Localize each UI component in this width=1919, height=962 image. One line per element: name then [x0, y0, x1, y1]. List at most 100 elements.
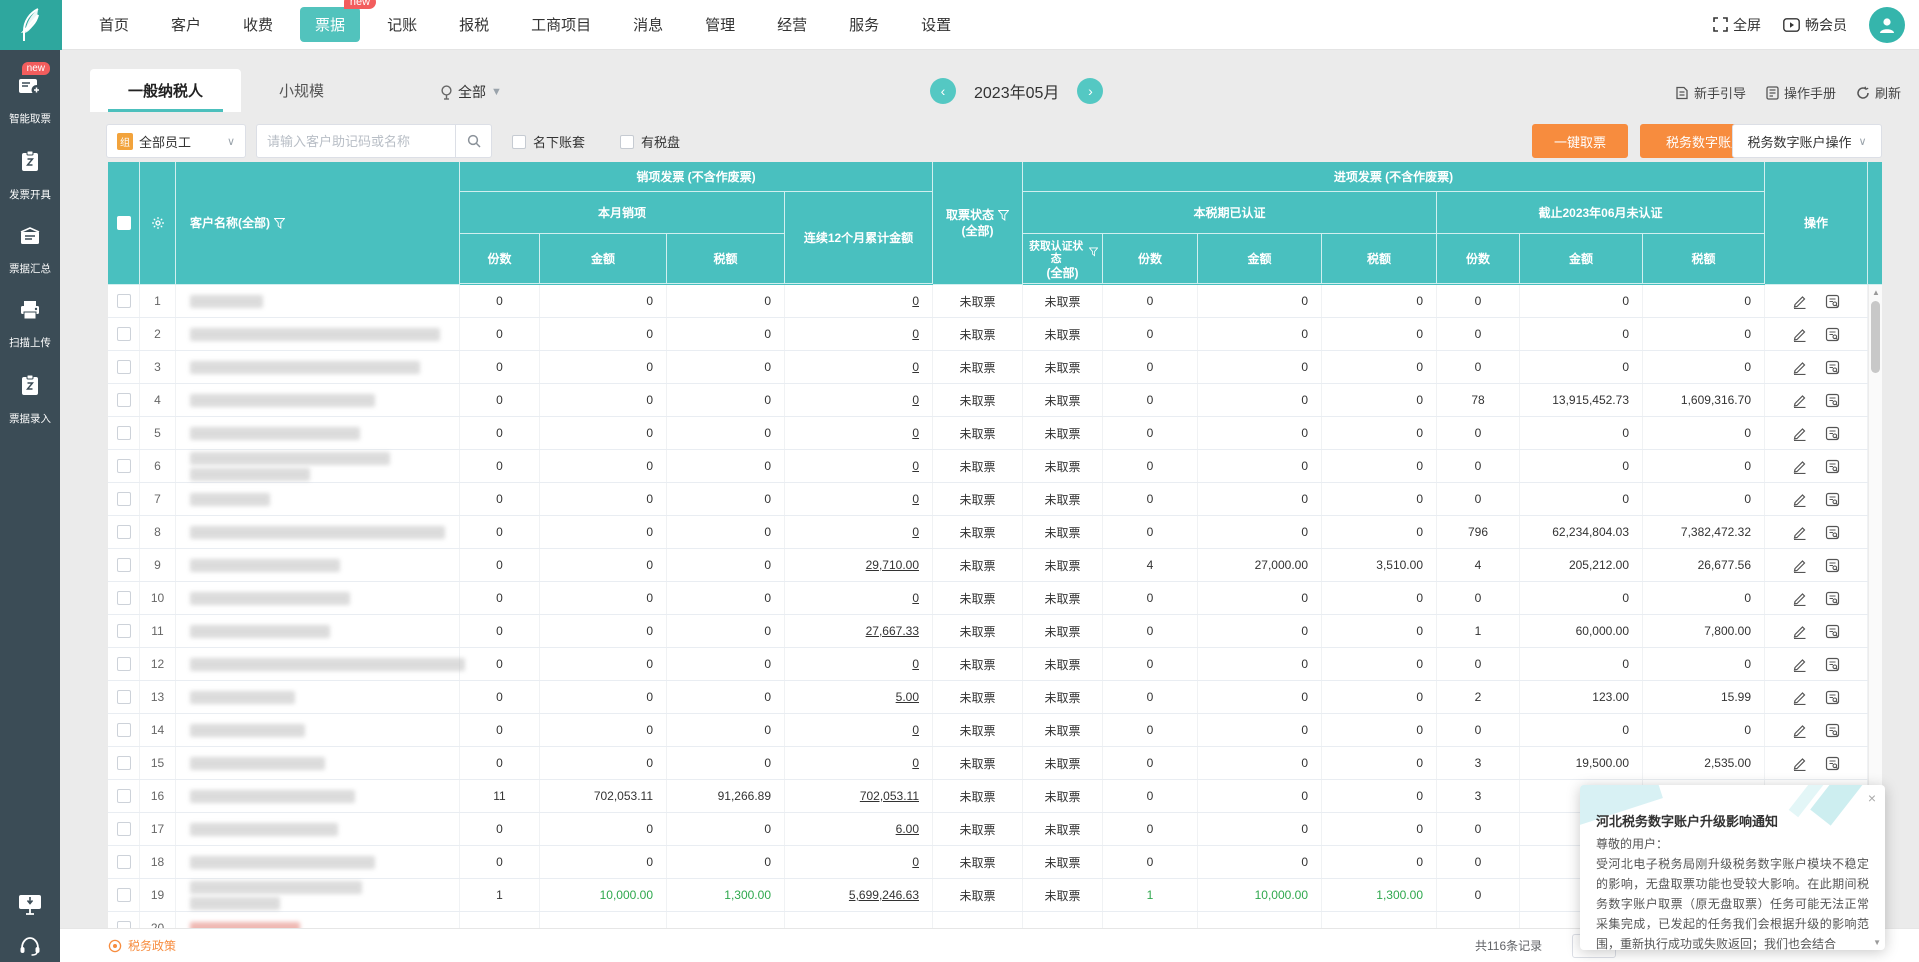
tax-account-ops-dropdown[interactable]: 税务数字账户操作 ∨ — [1732, 124, 1882, 158]
nav-item-11[interactable]: 服务 — [834, 7, 894, 42]
customer-name-redacted[interactable] — [176, 483, 460, 515]
cumulative-amount-link[interactable]: 5.00 — [896, 690, 919, 704]
filter-funnel-icon[interactable] — [1089, 247, 1099, 256]
member-button[interactable]: 畅会员 — [1783, 15, 1847, 35]
scroll-up-icon[interactable]: ▲ — [1869, 285, 1883, 299]
select-all-checkbox[interactable] — [116, 216, 131, 230]
customer-name-redacted[interactable] — [176, 318, 460, 350]
user-avatar[interactable] — [1869, 6, 1905, 43]
nav-item-6[interactable]: 报税 — [444, 7, 504, 42]
edit-icon[interactable] — [1792, 492, 1807, 507]
row-checkbox[interactable] — [116, 426, 131, 440]
view-invoice-icon[interactable] — [1825, 327, 1840, 342]
header-sales-tax[interactable]: 税额 — [667, 234, 785, 284]
cumulative-amount-link[interactable]: 0 — [912, 459, 919, 473]
tax-policy-link[interactable]: 税务政策 — [108, 937, 176, 954]
row-checkbox[interactable] — [116, 855, 131, 869]
row-checkbox[interactable] — [116, 294, 131, 308]
header-uncert-count[interactable]: 份数 — [1437, 234, 1520, 284]
header-cert-tax[interactable]: 税额 — [1322, 234, 1437, 284]
fullscreen-button[interactable]: 全屏 — [1713, 15, 1761, 35]
customer-name-redacted[interactable] — [176, 879, 460, 911]
header-sales-count[interactable]: 份数 — [460, 234, 540, 284]
customer-name-redacted[interactable] — [176, 780, 460, 812]
customer-name-redacted[interactable] — [176, 549, 460, 581]
nav-item-8[interactable]: 消息 — [618, 7, 678, 42]
edit-icon[interactable] — [1792, 657, 1807, 672]
row-checkbox[interactable] — [116, 756, 131, 770]
nav-item-9[interactable]: 管理 — [690, 7, 750, 42]
cumulative-amount-link[interactable]: 0 — [912, 855, 919, 869]
view-invoice-icon[interactable] — [1825, 294, 1840, 309]
cumulative-amount-link[interactable]: 29,710.00 — [866, 558, 919, 572]
view-invoice-icon[interactable] — [1825, 492, 1840, 507]
edit-icon[interactable] — [1792, 393, 1807, 408]
view-invoice-icon[interactable] — [1825, 756, 1840, 771]
cumulative-amount-link[interactable]: 0 — [912, 327, 919, 341]
scrollbar-thumb[interactable] — [1871, 301, 1880, 373]
tab-2[interactable]: 小规模 — [241, 69, 362, 112]
view-invoice-icon[interactable] — [1825, 525, 1840, 540]
cumulative-amount-link[interactable]: 6.00 — [896, 822, 919, 836]
customer-name-redacted[interactable] — [176, 615, 460, 647]
cumulative-amount-link[interactable]: 0 — [912, 591, 919, 605]
nav-item-10[interactable]: 经营 — [762, 7, 822, 42]
header-ticket-status[interactable]: 取票状态 (全部) — [933, 162, 1023, 285]
header-customer-name[interactable]: 客户名称(全部) — [176, 162, 460, 285]
close-icon[interactable]: × — [1868, 790, 1876, 806]
nav-item-3[interactable]: 收费 — [228, 7, 288, 42]
customer-search-input[interactable] — [257, 133, 455, 149]
customer-name-redacted[interactable] — [176, 747, 460, 779]
region-filter[interactable]: 全部 ▼ — [440, 82, 502, 102]
row-checkbox[interactable] — [116, 360, 131, 374]
view-invoice-icon[interactable] — [1825, 558, 1840, 573]
customer-name-redacted[interactable] — [176, 582, 460, 614]
taxdisk-checkbox[interactable]: 有税盘 — [620, 132, 680, 151]
edit-icon[interactable] — [1792, 591, 1807, 606]
view-invoice-icon[interactable] — [1825, 591, 1840, 606]
nav-item-12[interactable]: 设置 — [906, 7, 966, 42]
customer-name-redacted[interactable] — [176, 450, 460, 482]
search-button[interactable] — [455, 125, 491, 157]
edit-icon[interactable] — [1792, 294, 1807, 309]
sidebar-item-1[interactable]: new 智能取票 — [0, 62, 60, 126]
one-click-fetch-button[interactable]: 一键取票 — [1532, 124, 1628, 158]
cumulative-amount-link[interactable]: 0 — [912, 723, 919, 737]
cumulative-amount-link[interactable]: 0 — [912, 360, 919, 374]
monitor-download-icon[interactable] — [18, 894, 42, 916]
edit-icon[interactable] — [1792, 426, 1807, 441]
cumulative-amount-link[interactable]: 5,699,246.63 — [849, 888, 919, 902]
sidebar-item-5[interactable]: 票据录入 — [0, 374, 60, 426]
edit-icon[interactable] — [1792, 558, 1807, 573]
cumulative-amount-link[interactable]: 0 — [912, 426, 919, 440]
accounts-checkbox[interactable]: 名下账套 — [512, 132, 585, 151]
cumulative-amount-link[interactable]: 0 — [912, 756, 919, 770]
employee-select[interactable]: 组 全部员工 ∨ — [106, 124, 246, 158]
manual-link[interactable]: 操作手册 — [1766, 83, 1836, 102]
cumulative-amount-link[interactable]: 0 — [912, 525, 919, 539]
customer-name-redacted[interactable] — [176, 417, 460, 449]
customer-name-redacted[interactable] — [176, 681, 460, 713]
nav-item-2[interactable]: 客户 — [156, 7, 216, 42]
customer-name-redacted[interactable] — [176, 516, 460, 548]
cumulative-amount-link[interactable]: 0 — [912, 492, 919, 506]
popup-scroll-down-icon[interactable]: ▼ — [1873, 938, 1881, 947]
select-all-cell[interactable] — [108, 162, 140, 285]
row-checkbox[interactable] — [116, 492, 131, 506]
row-checkbox[interactable] — [116, 591, 131, 605]
edit-icon[interactable] — [1792, 327, 1807, 342]
filter-funnel-icon[interactable] — [274, 217, 285, 229]
header-cert-amount[interactable]: 金额 — [1198, 234, 1322, 284]
row-checkbox[interactable] — [116, 822, 131, 836]
customer-name-redacted[interactable] — [176, 351, 460, 383]
cumulative-amount-link[interactable]: 0 — [912, 393, 919, 407]
header-uncert-amount[interactable]: 金额 — [1520, 234, 1643, 284]
view-invoice-icon[interactable] — [1825, 426, 1840, 441]
edit-icon[interactable] — [1792, 756, 1807, 771]
view-invoice-icon[interactable] — [1825, 459, 1840, 474]
edit-icon[interactable] — [1792, 690, 1807, 705]
edit-icon[interactable] — [1792, 723, 1807, 738]
header-cumulative[interactable]: 连续12个月累计金额 — [785, 192, 933, 284]
guide-link[interactable]: 新手引导 — [1675, 83, 1746, 102]
view-invoice-icon[interactable] — [1825, 360, 1840, 375]
